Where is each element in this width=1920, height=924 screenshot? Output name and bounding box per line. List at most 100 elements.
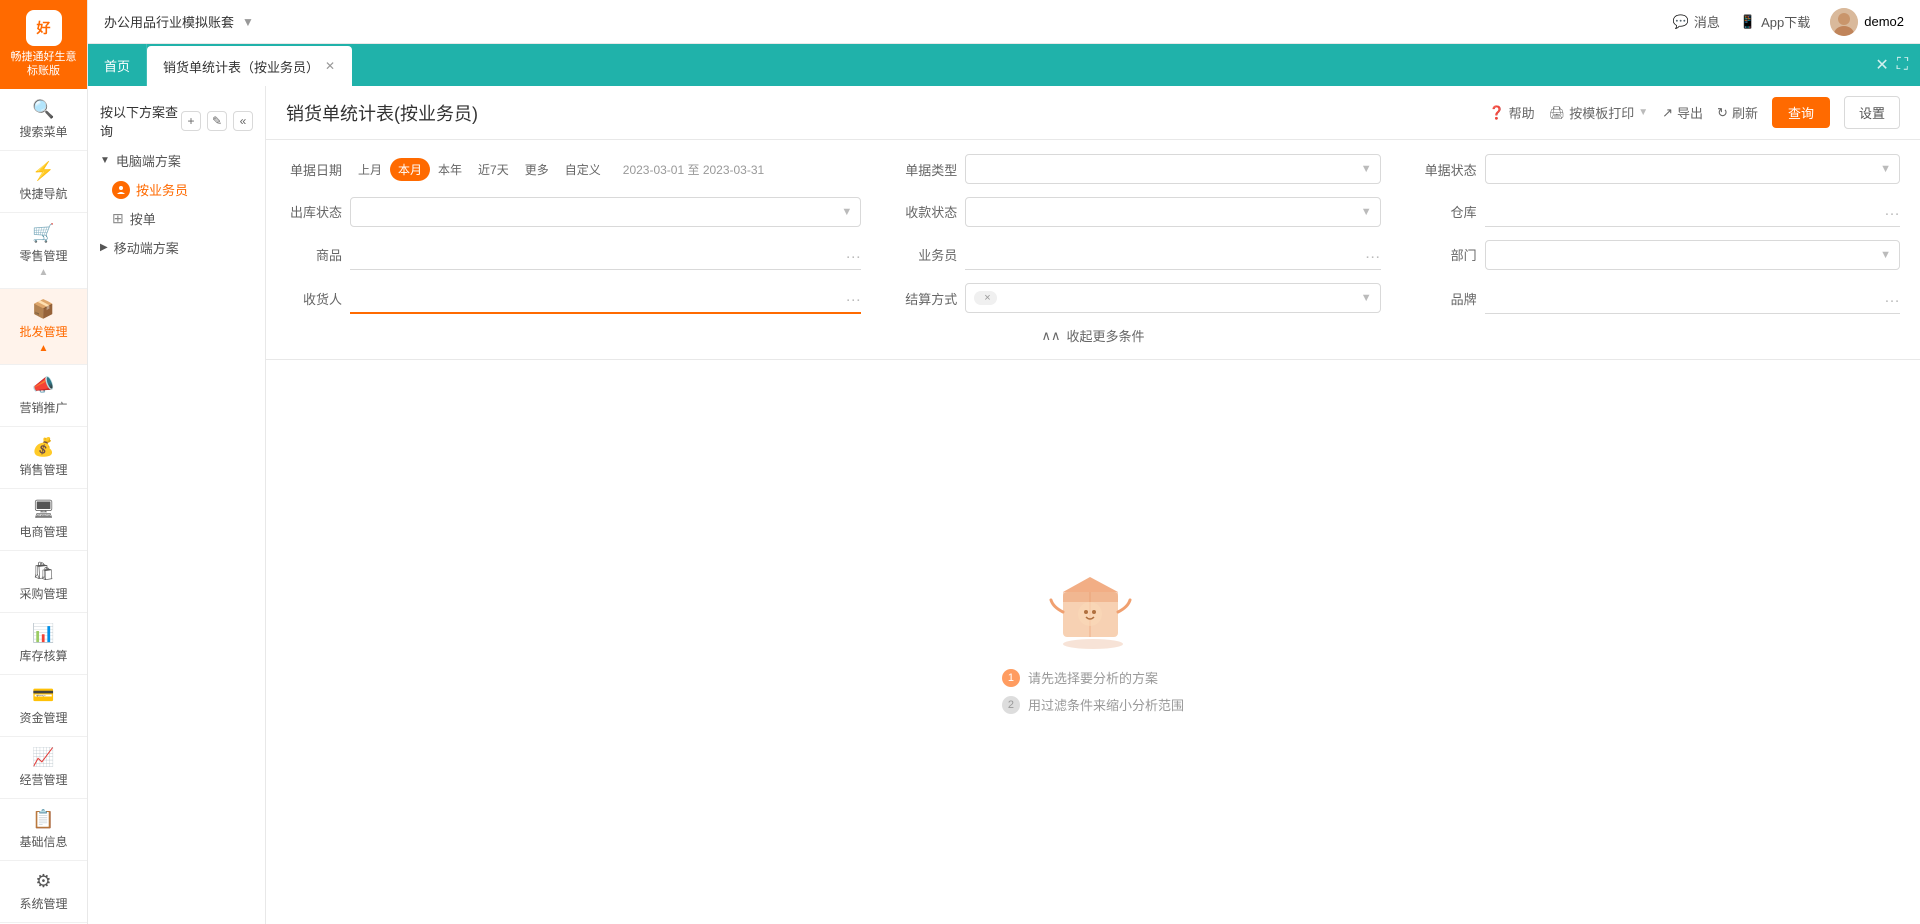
export-label: 导出 bbox=[1677, 103, 1703, 122]
date-tab-this-year[interactable]: 本年 bbox=[430, 158, 470, 181]
sidebar-item-label: 快捷导航 bbox=[19, 185, 67, 202]
export-button[interactable]: ↗ 导出 bbox=[1662, 103, 1703, 122]
tab-home-label: 首页 bbox=[104, 56, 130, 75]
empty-steps-list: 1 请先选择要分析的方案 2 用过滤条件来缩小分析范围 bbox=[1002, 668, 1184, 722]
sidebar-item-inventory[interactable]: 📊 库存核算 bbox=[0, 613, 87, 675]
brand-input[interactable] bbox=[1485, 283, 1880, 313]
sidebar-item-basic[interactable]: 📋 基础信息 bbox=[0, 799, 87, 861]
query-button[interactable]: 查询 bbox=[1772, 97, 1830, 128]
outstatus-control: ▼ bbox=[350, 197, 861, 227]
doctype-control: ▼ bbox=[965, 154, 1380, 184]
question-icon: ❓ bbox=[1488, 105, 1504, 121]
collapse-panel-button[interactable]: « bbox=[233, 111, 253, 131]
date-label: 单据日期 bbox=[286, 160, 350, 179]
date-range: 2023-03-01 至 2023-03-31 bbox=[623, 161, 764, 178]
salesman-label: 业务员 bbox=[901, 245, 965, 264]
app-download-action[interactable]: 📱 App下载 bbox=[1740, 12, 1810, 31]
receiptstatus-select[interactable]: ▼ bbox=[965, 197, 1380, 227]
outstatus-select[interactable]: ▼ bbox=[350, 197, 861, 227]
tab-sales-label: 销货单统计表（按业务员） bbox=[163, 57, 319, 76]
sidebar-item-ecommerce[interactable]: 🖥 电商管理 bbox=[0, 489, 87, 551]
brand-dots[interactable]: … bbox=[1884, 289, 1900, 307]
panel-title: 按以下方案查询 bbox=[100, 102, 181, 140]
filter-item-salesman: 业务员 … bbox=[901, 239, 1380, 270]
salesman-input[interactable] bbox=[965, 239, 1360, 269]
goods-input[interactable] bbox=[350, 239, 841, 269]
sidebar-item-label: 批发管理 bbox=[19, 323, 67, 340]
operation-icon: 📈 bbox=[32, 747, 54, 768]
payment-select[interactable]: × ▼ bbox=[965, 283, 1380, 313]
sidebar-item-operation[interactable]: 📈 经营管理 bbox=[0, 737, 87, 799]
sidebar-item-retail[interactable]: 🛒 零售管理 ▲ bbox=[0, 213, 87, 289]
warehouse-dots[interactable]: … bbox=[1884, 202, 1900, 220]
tab-home[interactable]: 首页 bbox=[88, 44, 147, 86]
sidebar-item-shortcut[interactable]: ⚡ 快捷导航 bbox=[0, 151, 87, 213]
date-tab-last-month[interactable]: 上月 bbox=[350, 158, 390, 181]
sidebar-item-purchase[interactable]: 🛍 采购管理 bbox=[0, 551, 87, 613]
date-tab-more[interactable]: 更多 bbox=[517, 158, 557, 181]
sidebar-item-search[interactable]: 🔍 搜索菜单 bbox=[0, 89, 87, 151]
sidebar-item-label: 销售管理 bbox=[19, 461, 67, 478]
tree-item-by-salesman[interactable]: 按业务员 bbox=[106, 175, 265, 204]
maximize-icon[interactable]: ⛶ bbox=[1897, 56, 1908, 74]
date-tab-7days[interactable]: 近7天 bbox=[470, 158, 517, 181]
date-tab-this-month[interactable]: 本月 bbox=[390, 158, 430, 181]
print-button[interactable]: 🖨 按模板打印 ▼ bbox=[1549, 103, 1648, 122]
brand-control: … bbox=[1485, 283, 1900, 314]
right-panel: 销货单统计表(按业务员) ❓ 帮助 🖨 按模板打印 ▼ ↗ 导出 bbox=[266, 86, 1920, 924]
tree-arrow-right-icon: ▶ bbox=[100, 242, 108, 253]
consignee-input[interactable] bbox=[350, 282, 841, 312]
topbar-dropdown[interactable]: ▼ bbox=[242, 15, 254, 29]
add-scheme-button[interactable]: + bbox=[181, 111, 201, 131]
minimize-icon[interactable]: ✕ bbox=[1875, 55, 1888, 75]
topbar-title: 办公用品行业模拟账套 bbox=[104, 12, 234, 31]
payment-tag-close[interactable]: × bbox=[984, 292, 990, 304]
refresh-button[interactable]: ↻ 刷新 bbox=[1717, 103, 1758, 122]
tree-item-by-order[interactable]: ⊞ 按单 bbox=[106, 204, 265, 233]
consignee-dots[interactable]: … bbox=[845, 288, 861, 306]
chevron-up-icon: ▲ bbox=[39, 343, 49, 354]
marketing-icon: 📣 bbox=[32, 375, 54, 396]
message-action[interactable]: 💬 消息 bbox=[1673, 12, 1720, 31]
doctype-select[interactable]: ▼ bbox=[965, 154, 1380, 184]
empty-illustration bbox=[1043, 562, 1143, 652]
edit-scheme-button[interactable]: ✎ bbox=[207, 111, 227, 131]
filter-item-goods: 商品 … bbox=[286, 239, 861, 270]
header-actions: ❓ 帮助 🖨 按模板打印 ▼ ↗ 导出 ↻ 刷新 bbox=[1488, 96, 1900, 129]
system-icon: ⚙ bbox=[35, 871, 51, 892]
phone-icon: 📱 bbox=[1740, 14, 1756, 30]
dept-select[interactable]: ▼ bbox=[1485, 240, 1900, 270]
sidebar-item-finance[interactable]: 💳 资金管理 bbox=[0, 675, 87, 737]
date-tab-custom[interactable]: 自定义 bbox=[557, 158, 609, 181]
goods-control: … bbox=[350, 239, 861, 270]
sidebar-item-sales[interactable]: 💰 销售管理 bbox=[0, 427, 87, 489]
sidebar-item-wholesale[interactable]: 📦 批发管理 ▲ bbox=[0, 289, 87, 365]
goods-dots[interactable]: … bbox=[845, 245, 861, 263]
tree-group-label: 电脑端方案 bbox=[116, 151, 181, 170]
sidebar-item-system[interactable]: ⚙ 系统管理 bbox=[0, 861, 87, 923]
message-label: 消息 bbox=[1694, 12, 1720, 31]
settings-button[interactable]: 设置 bbox=[1844, 96, 1900, 129]
logo[interactable]: 好 畅捷通好生意标账版 bbox=[0, 0, 87, 89]
docstatus-select[interactable]: ▼ bbox=[1485, 154, 1900, 184]
tab-close-icon[interactable]: ✕ bbox=[325, 59, 335, 73]
tree-group-mobile[interactable]: ▶ 移动端方案 bbox=[88, 233, 265, 262]
salesman-dots[interactable]: … bbox=[1365, 245, 1381, 263]
help-button[interactable]: ❓ 帮助 bbox=[1488, 103, 1534, 122]
warehouse-input[interactable] bbox=[1485, 196, 1880, 226]
payment-chevron: ▼ bbox=[1361, 292, 1372, 304]
edit-icon: ✎ bbox=[212, 114, 222, 128]
filter-item-doctype: 单据类型 ▼ bbox=[901, 154, 1380, 184]
filter-item-outstatus: 出库状态 ▼ bbox=[286, 197, 861, 227]
tree-group-pc[interactable]: ▼ 电脑端方案 bbox=[88, 146, 265, 175]
tree-group-mobile-label: 移动端方案 bbox=[114, 238, 179, 257]
collapse-label: 收起更多条件 bbox=[1067, 326, 1145, 345]
tab-sales-stats[interactable]: 销货单统计表（按业务员） ✕ bbox=[147, 46, 352, 86]
sidebar-item-label: 资金管理 bbox=[19, 709, 67, 726]
collapse-button[interactable]: ∧∧ 收起更多条件 bbox=[286, 326, 1900, 345]
sidebar-item-marketing[interactable]: 📣 营销推广 bbox=[0, 365, 87, 427]
sidebar: 好 畅捷通好生意标账版 🔍 搜索菜单 ⚡ 快捷导航 🛒 零售管理 ▲ 📦 批发管… bbox=[0, 0, 88, 924]
box-icon: 📦 bbox=[32, 299, 54, 320]
user-area[interactable]: demo2 bbox=[1830, 8, 1904, 36]
grid-icon: ⊞ bbox=[112, 210, 124, 227]
